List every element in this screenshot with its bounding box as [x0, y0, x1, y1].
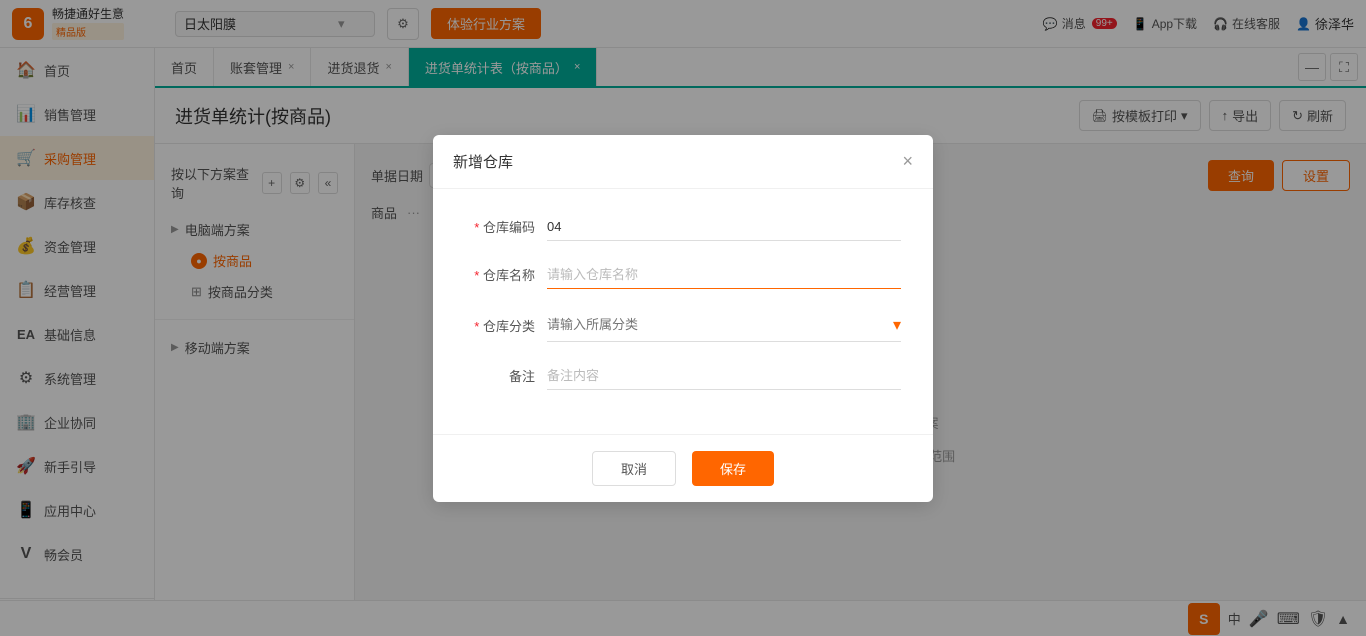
notes-label: 备注 — [465, 366, 535, 385]
category-dropdown-icon[interactable]: ▾ — [893, 315, 901, 335]
name-input[interactable] — [547, 261, 901, 289]
category-select-row[interactable]: ▾ — [547, 309, 901, 342]
notes-input[interactable] — [547, 362, 901, 390]
save-button[interactable]: 保存 — [692, 451, 774, 486]
form-row-name: * 仓库名称 — [465, 261, 901, 289]
category-label: * 仓库分类 — [465, 316, 535, 335]
modal-footer: 取消 保存 — [433, 434, 933, 502]
code-input[interactable] — [547, 213, 901, 241]
modal-box: 新增仓库 × * 仓库编码 * 仓库名称 — [433, 135, 933, 502]
modal-close-button[interactable]: × — [902, 152, 913, 170]
form-row-code: * 仓库编码 — [465, 213, 901, 241]
modal-overlay[interactable]: 新增仓库 × * 仓库编码 * 仓库名称 — [0, 0, 1366, 636]
code-label: * 仓库编码 — [465, 217, 535, 236]
category-input[interactable] — [547, 317, 893, 332]
cancel-button[interactable]: 取消 — [592, 451, 676, 486]
modal-body: * 仓库编码 * 仓库名称 * 仓库分类 — [433, 189, 933, 434]
form-row-category: * 仓库分类 ▾ — [465, 309, 901, 342]
modal-header: 新增仓库 × — [433, 135, 933, 189]
form-row-notes: 备注 — [465, 362, 901, 390]
name-label: * 仓库名称 — [465, 265, 535, 284]
modal-title: 新增仓库 — [453, 151, 513, 172]
